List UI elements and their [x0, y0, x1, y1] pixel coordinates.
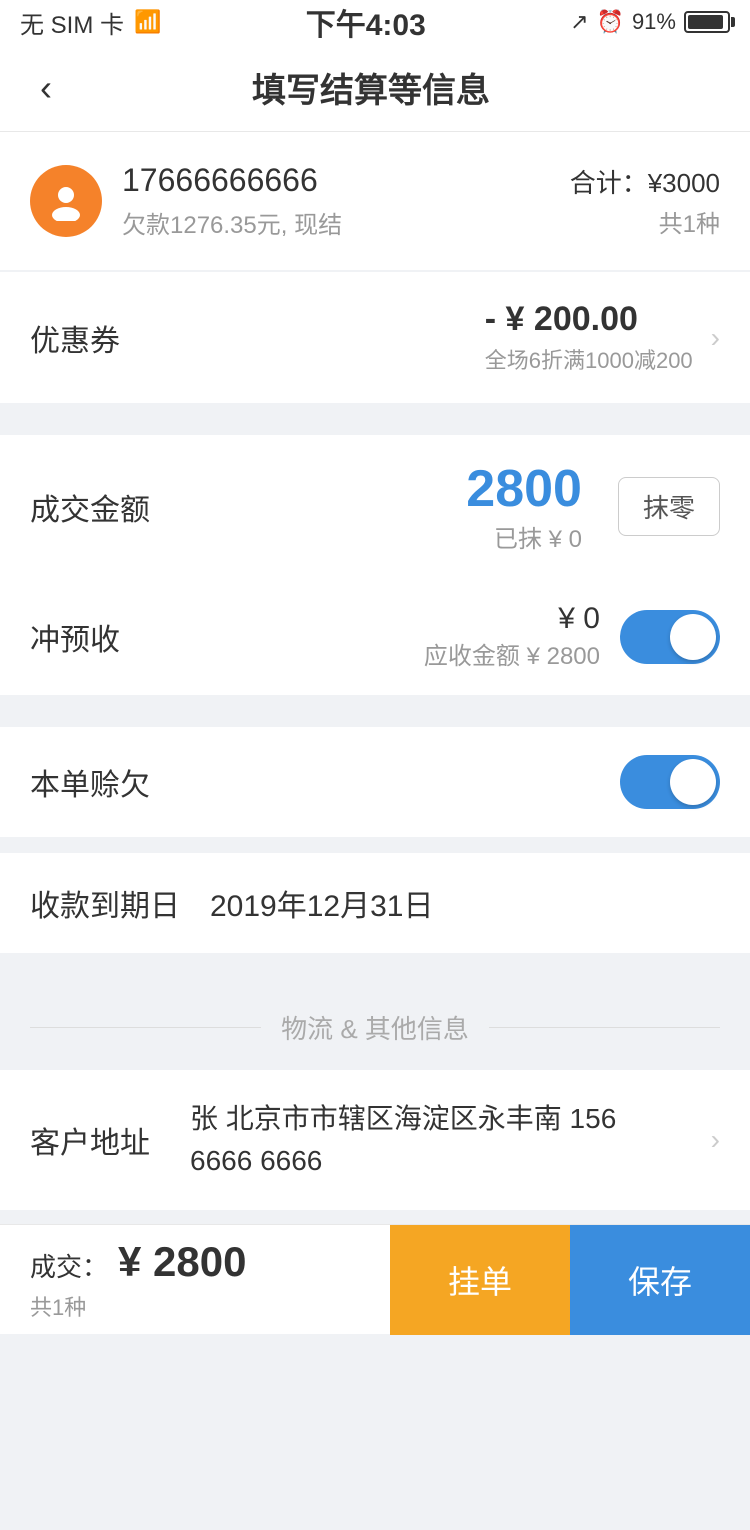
- customer-left: 17666666666 欠款1276.35元, 现结: [30, 162, 342, 240]
- section-divider-3: [0, 969, 750, 985]
- due-date-value: 2019年12月31日: [210, 881, 433, 925]
- customer-debt: 欠款1276.35元, 现结: [122, 205, 342, 240]
- address-row[interactable]: 客户地址 张 北京市市辖区海淀区永丰南 156 6666 6666 ›: [0, 1070, 750, 1210]
- debt-label: 本单赊欠: [30, 760, 190, 804]
- due-date-section: 收款到期日 2019年12月31日: [0, 853, 750, 953]
- total-count: 共1种: [570, 204, 720, 239]
- transaction-value: 2800: [466, 459, 582, 519]
- chevron-right-icon: ›: [711, 322, 720, 354]
- toggle-knob: [670, 614, 716, 660]
- address-value: 张 北京市市辖区海淀区永丰南 156 6666 6666: [190, 1098, 683, 1182]
- customer-info: 17666666666 欠款1276.35元, 现结: [122, 162, 342, 240]
- logistics-label-text: 物流 & 其他信息: [281, 1009, 469, 1046]
- prepay-right: ¥ 0 应收金额 ¥ 2800: [424, 602, 720, 671]
- logistics-label: 物流 & 其他信息: [30, 1009, 720, 1046]
- total-label: 合计：¥3000: [570, 163, 720, 200]
- debt-toggle-knob: [670, 759, 716, 805]
- transaction-sub: 已抹 ¥ 0: [466, 519, 582, 554]
- no-sim-text: 无 SIM 卡: [20, 5, 124, 40]
- save-button[interactable]: 保存: [570, 1225, 750, 1335]
- section-divider-1: [0, 419, 750, 435]
- amount-row-right: 2800 已抹 ¥ 0 抹零: [466, 459, 720, 554]
- customer-card: 17666666666 欠款1276.35元, 现结 合计：¥3000 共1种: [0, 132, 750, 270]
- address-label: 客户地址: [30, 1118, 170, 1162]
- customer-phone: 17666666666: [122, 162, 342, 199]
- prepay-sub: 应收金额 ¥ 2800: [424, 636, 600, 671]
- bottom-bar: 成交： ¥ 2800 共1种 挂单 保存: [0, 1224, 750, 1334]
- summary-label: 成交：: [30, 1247, 108, 1284]
- coupon-discount: - ¥ 200.00: [485, 300, 693, 339]
- coupon-description: 全场6折满1000减200: [485, 343, 693, 375]
- status-right: ↗ ⏰ 91%: [570, 9, 730, 35]
- section-divider-2: [0, 711, 750, 727]
- location-icon: ↗: [570, 9, 588, 35]
- transaction-label: 成交金额: [30, 485, 190, 529]
- avatar: [30, 165, 102, 237]
- amount-col: 2800 已抹 ¥ 0: [466, 459, 582, 554]
- coupon-right: - ¥ 200.00 全场6折满1000减200 ›: [485, 300, 720, 375]
- battery-percent: 91%: [632, 9, 676, 35]
- round-zero-button[interactable]: 抹零: [618, 477, 720, 536]
- due-date-label: 收款到期日: [30, 881, 190, 925]
- summary-amount: ¥ 2800: [118, 1238, 246, 1286]
- debt-row: 本单赊欠: [0, 727, 750, 837]
- bottom-summary: 成交： ¥ 2800 共1种: [0, 1238, 390, 1322]
- prepay-toggle[interactable]: [620, 610, 720, 664]
- status-left: 无 SIM 卡 📶: [20, 5, 161, 40]
- logistics-header: 物流 & 其他信息: [0, 985, 750, 1070]
- coupon-label: 优惠券: [30, 316, 120, 360]
- wifi-icon: 📶: [134, 9, 161, 35]
- hang-order-button[interactable]: 挂单: [390, 1225, 570, 1335]
- page-title: 填写结算等信息: [82, 63, 660, 112]
- summary-row: 成交： ¥ 2800: [30, 1238, 360, 1286]
- transaction-amount-row: 成交金额 2800 已抹 ¥ 0 抹零: [0, 435, 750, 578]
- back-button[interactable]: ‹: [30, 57, 62, 119]
- address-chevron-icon: ›: [711, 1124, 720, 1156]
- battery-icon: [684, 11, 730, 33]
- debt-section: 本单赊欠: [0, 727, 750, 837]
- transaction-section: 成交金额 2800 已抹 ¥ 0 抹零 冲预收 ¥ 0 应收金额 ¥ 2800: [0, 435, 750, 695]
- status-time: 下午4:03: [306, 0, 426, 44]
- customer-right: 合计：¥3000 共1种: [570, 163, 720, 239]
- status-bar: 无 SIM 卡 📶 下午4:03 ↗ ⏰ 91%: [0, 0, 750, 44]
- summary-count: 共1种: [30, 1290, 360, 1322]
- debt-toggle[interactable]: [620, 755, 720, 809]
- alarm-icon: ⏰: [597, 9, 624, 35]
- nav-bar: ‹ 填写结算等信息: [0, 44, 750, 132]
- prepay-row: 冲预收 ¥ 0 应收金额 ¥ 2800: [0, 578, 750, 695]
- coupon-row[interactable]: 优惠券 - ¥ 200.00 全场6折满1000减200 ›: [0, 272, 750, 403]
- prepay-amount-col: ¥ 0 应收金额 ¥ 2800: [424, 602, 600, 671]
- prepay-label: 冲预收: [30, 615, 190, 659]
- due-date-row: 收款到期日 2019年12月31日: [0, 853, 750, 953]
- prepay-amount: ¥ 0: [424, 602, 600, 636]
